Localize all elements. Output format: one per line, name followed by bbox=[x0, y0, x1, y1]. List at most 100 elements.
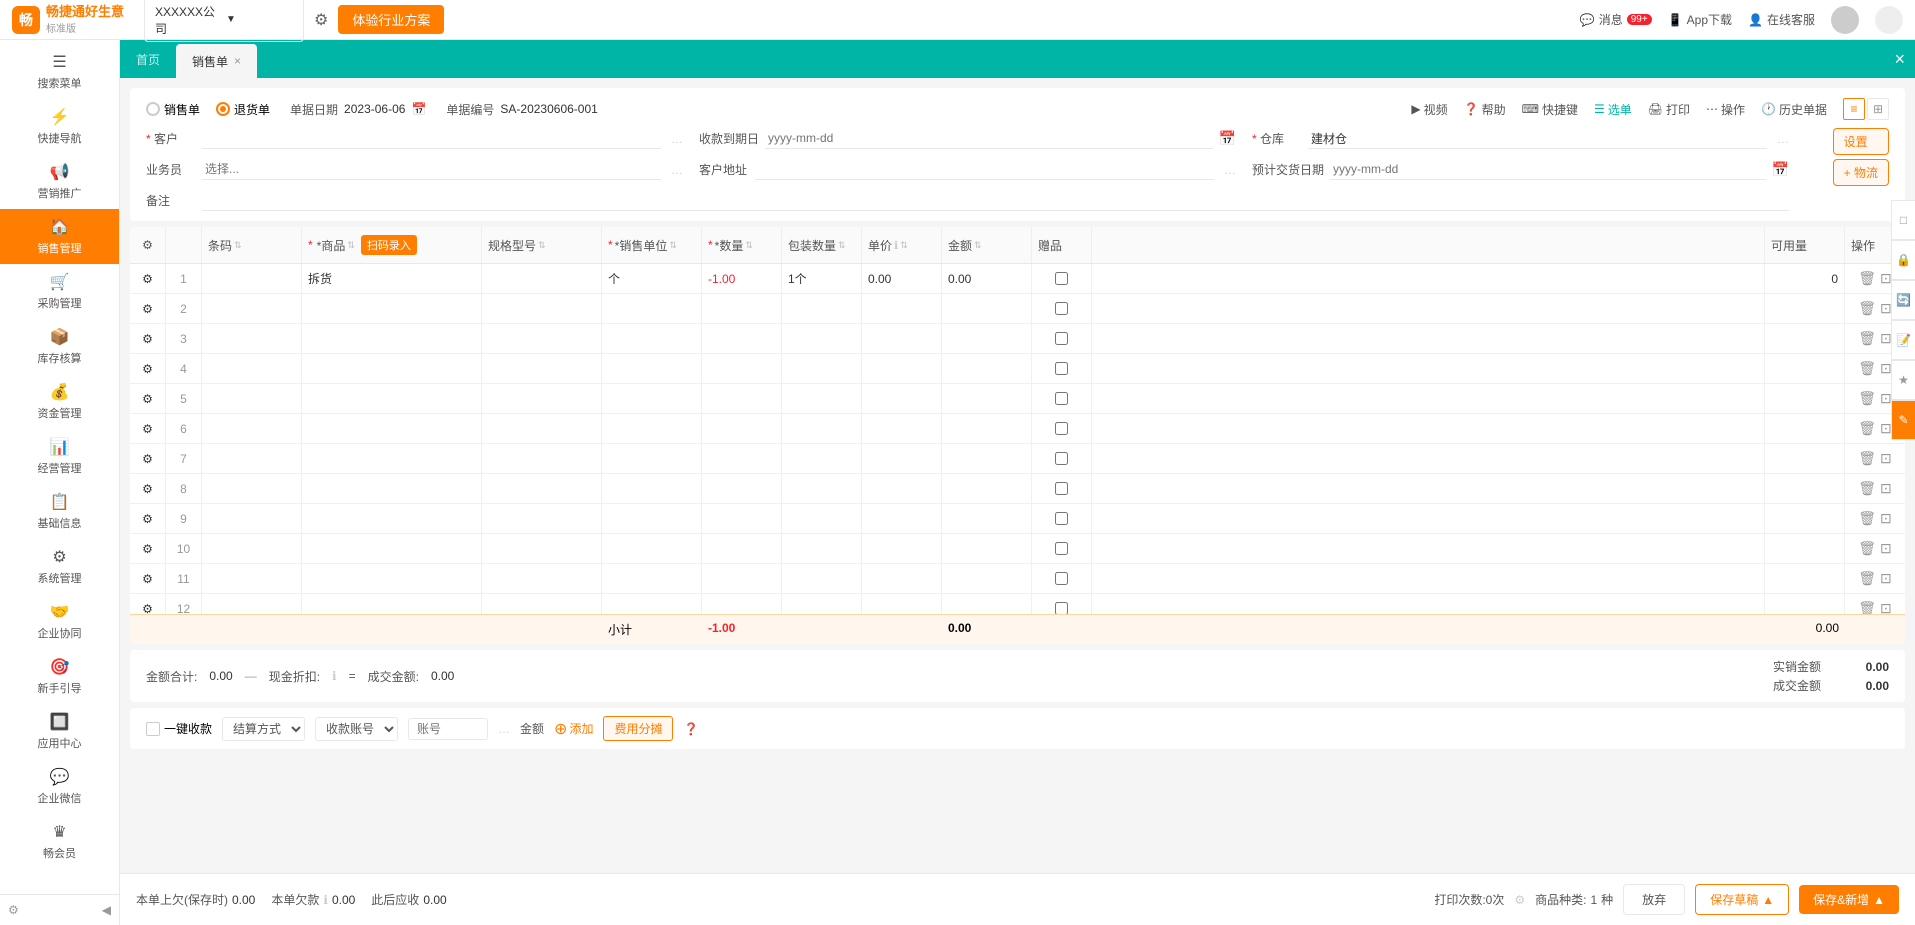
sidebar-item-newbie[interactable]: 🎯 新手引导 bbox=[0, 649, 119, 704]
delete-icon-1[interactable]: 🗑 bbox=[1858, 270, 1876, 287]
order-debt-info-icon[interactable]: ℹ bbox=[323, 893, 328, 907]
sidebar-item-sales[interactable]: 🏠 销售管理 bbox=[0, 209, 119, 264]
toolbar-video-btn[interactable]: ▶ 视频 bbox=[1407, 99, 1451, 120]
scan-btn[interactable]: 扫码录入 bbox=[361, 235, 417, 255]
rf-item-4[interactable]: 📝 bbox=[1891, 320, 1915, 360]
td-barcode-2[interactable] bbox=[202, 294, 302, 323]
delete-icon-5[interactable]: 🗑 bbox=[1858, 390, 1876, 407]
copy-icon-9[interactable]: ⊡ bbox=[1880, 510, 1892, 527]
delete-icon-9[interactable]: 🗑 bbox=[1858, 510, 1876, 527]
sort-goods-icon[interactable]: ⇅ bbox=[347, 240, 355, 251]
td-barcode-1[interactable] bbox=[202, 264, 302, 293]
rf-item-1[interactable]: □ bbox=[1891, 200, 1915, 240]
sort-price-icon[interactable]: ⇅ bbox=[900, 240, 908, 251]
gift-checkbox-8[interactable] bbox=[1055, 482, 1068, 495]
gift-checkbox-1[interactable] bbox=[1055, 272, 1068, 285]
tab-close-icon[interactable]: × bbox=[234, 54, 241, 68]
sidebar-gear-icon[interactable]: ⚙ bbox=[8, 903, 19, 917]
close-all-icon[interactable]: × bbox=[1894, 49, 1905, 70]
copy-icon-3[interactable]: ⊡ bbox=[1880, 330, 1892, 347]
td-gift-2[interactable] bbox=[1032, 294, 1092, 323]
sidebar-item-inventory[interactable]: 📦 库存核算 bbox=[0, 319, 119, 374]
customer-input[interactable] bbox=[202, 128, 661, 149]
calendar-icon[interactable]: 📅 bbox=[411, 102, 426, 116]
toolbar-shortcut-btn[interactable]: ⌨ 快捷键 bbox=[1518, 99, 1582, 120]
sidebar-item-marketing[interactable]: 📢 营销推广 bbox=[0, 154, 119, 209]
td-goods-2[interactable] bbox=[302, 294, 482, 323]
sidebar-item-enterprise[interactable]: 🤝 企业协同 bbox=[0, 594, 119, 649]
rf-item-2[interactable]: 🔒 bbox=[1891, 240, 1915, 280]
td-spec-1[interactable] bbox=[482, 264, 602, 293]
radio-return-order[interactable]: 退货单 bbox=[216, 101, 270, 118]
sort-spec-icon[interactable]: ⇅ bbox=[538, 240, 546, 251]
sidebar-item-search[interactable]: ☰ 搜索菜单 bbox=[0, 44, 119, 99]
sort-pack-icon[interactable]: ⇅ bbox=[838, 240, 846, 251]
message-btn[interactable]: 💬 消息 99+ bbox=[1580, 11, 1652, 28]
toolbar-history-btn[interactable]: 🕐 历史单据 bbox=[1757, 99, 1831, 120]
copy-icon-11[interactable]: ⊡ bbox=[1880, 570, 1892, 587]
calendar-icon-3[interactable]: 📅 bbox=[1772, 161, 1789, 178]
rf-item-3[interactable]: 🔄 bbox=[1891, 280, 1915, 320]
calendar-icon-2[interactable]: 📅 bbox=[1219, 130, 1236, 147]
gift-checkbox-6[interactable] bbox=[1055, 422, 1068, 435]
warehouse-input[interactable] bbox=[1308, 128, 1767, 149]
sort-qty-icon[interactable]: ⇅ bbox=[745, 240, 753, 251]
addr-dots-icon[interactable]: … bbox=[1224, 163, 1236, 177]
td-settings-3[interactable]: ⚙ bbox=[130, 324, 166, 353]
toolbar-ops-btn[interactable]: ⋯ 操作 bbox=[1702, 99, 1749, 120]
expected-date-input[interactable] bbox=[1330, 159, 1766, 180]
sidebar-item-vip[interactable]: ♛ 畅会员 bbox=[0, 814, 119, 869]
list-view-icon[interactable]: ≡ bbox=[1843, 98, 1865, 120]
gift-checkbox-11[interactable] bbox=[1055, 572, 1068, 585]
td-price-2[interactable] bbox=[862, 294, 942, 323]
sort-barcode-icon[interactable]: ⇅ bbox=[234, 240, 242, 251]
toolbar-print-btn[interactable]: 🖨 打印 bbox=[1644, 99, 1694, 120]
sidebar-item-wecom[interactable]: 💬 企业微信 bbox=[0, 759, 119, 814]
gift-checkbox-5[interactable] bbox=[1055, 392, 1068, 405]
sidebar-item-quick-nav[interactable]: ⚡ 快捷导航 bbox=[0, 99, 119, 154]
account-input[interactable] bbox=[408, 718, 488, 740]
delete-icon-6[interactable]: 🗑 bbox=[1858, 420, 1876, 437]
copy-icon-4[interactable]: ⊡ bbox=[1880, 360, 1892, 377]
price-info-icon[interactable]: ℹ bbox=[894, 239, 898, 252]
try-solution-button[interactable]: 体验行业方案 bbox=[338, 5, 444, 34]
gift-checkbox-2[interactable] bbox=[1055, 302, 1068, 315]
customer-addr-input[interactable] bbox=[755, 159, 1214, 180]
discount-info-icon[interactable]: ℹ bbox=[332, 669, 337, 683]
tab-sales-order[interactable]: 销售单 × bbox=[176, 44, 257, 78]
sort-amount-icon[interactable]: ⇅ bbox=[974, 240, 982, 251]
th-settings[interactable]: ⚙ bbox=[130, 227, 166, 263]
delete-icon-7[interactable]: 🗑 bbox=[1858, 450, 1876, 467]
delete-icon-12[interactable]: 🗑 bbox=[1858, 600, 1876, 614]
one-click-checkbox[interactable] bbox=[146, 722, 160, 736]
copy-icon-2[interactable]: ⊡ bbox=[1880, 300, 1892, 317]
delete-icon-4[interactable]: 🗑 bbox=[1858, 360, 1876, 377]
calc-method-select[interactable]: 结算方式 bbox=[222, 717, 305, 741]
gift-checkbox-4[interactable] bbox=[1055, 362, 1068, 375]
logistics-button[interactable]: + 物流 bbox=[1833, 159, 1889, 186]
collection-date-input[interactable] bbox=[765, 128, 1213, 149]
avatar-extra[interactable] bbox=[1875, 6, 1903, 34]
td-unit-2[interactable] bbox=[602, 294, 702, 323]
delete-icon-11[interactable]: 🗑 bbox=[1858, 570, 1876, 587]
salesperson-dots-icon[interactable]: … bbox=[671, 163, 683, 177]
warehouse-dots-icon[interactable]: … bbox=[1777, 132, 1789, 146]
td-gift-1[interactable] bbox=[1032, 264, 1092, 293]
grid-view-icon[interactable]: ⊞ bbox=[1867, 98, 1889, 120]
company-selector[interactable]: XXXXXX公司 ▼ bbox=[144, 0, 304, 42]
sidebar-item-finance[interactable]: 💰 资金管理 bbox=[0, 374, 119, 429]
settings-button[interactable]: 设置 bbox=[1833, 128, 1889, 155]
sort-unit-icon[interactable]: ⇅ bbox=[669, 240, 677, 251]
salesperson-input[interactable] bbox=[202, 159, 661, 180]
expense-info-icon[interactable]: ❓ bbox=[683, 722, 698, 736]
account-select[interactable]: 收款账号 bbox=[315, 717, 398, 741]
delete-icon-8[interactable]: 🗑 bbox=[1858, 480, 1876, 497]
settings-icon[interactable]: ⚙ bbox=[314, 10, 328, 30]
td-settings-1[interactable]: ⚙ bbox=[130, 264, 166, 293]
sidebar-item-basic[interactable]: 📋 基础信息 bbox=[0, 484, 119, 539]
copy-icon-5[interactable]: ⊡ bbox=[1880, 390, 1892, 407]
rf-item-5[interactable]: ★ bbox=[1891, 360, 1915, 400]
copy-icon-6[interactable]: ⊡ bbox=[1880, 420, 1892, 437]
toolbar-help-btn[interactable]: ❓ 帮助 bbox=[1460, 99, 1510, 120]
td-spec-2[interactable] bbox=[482, 294, 602, 323]
